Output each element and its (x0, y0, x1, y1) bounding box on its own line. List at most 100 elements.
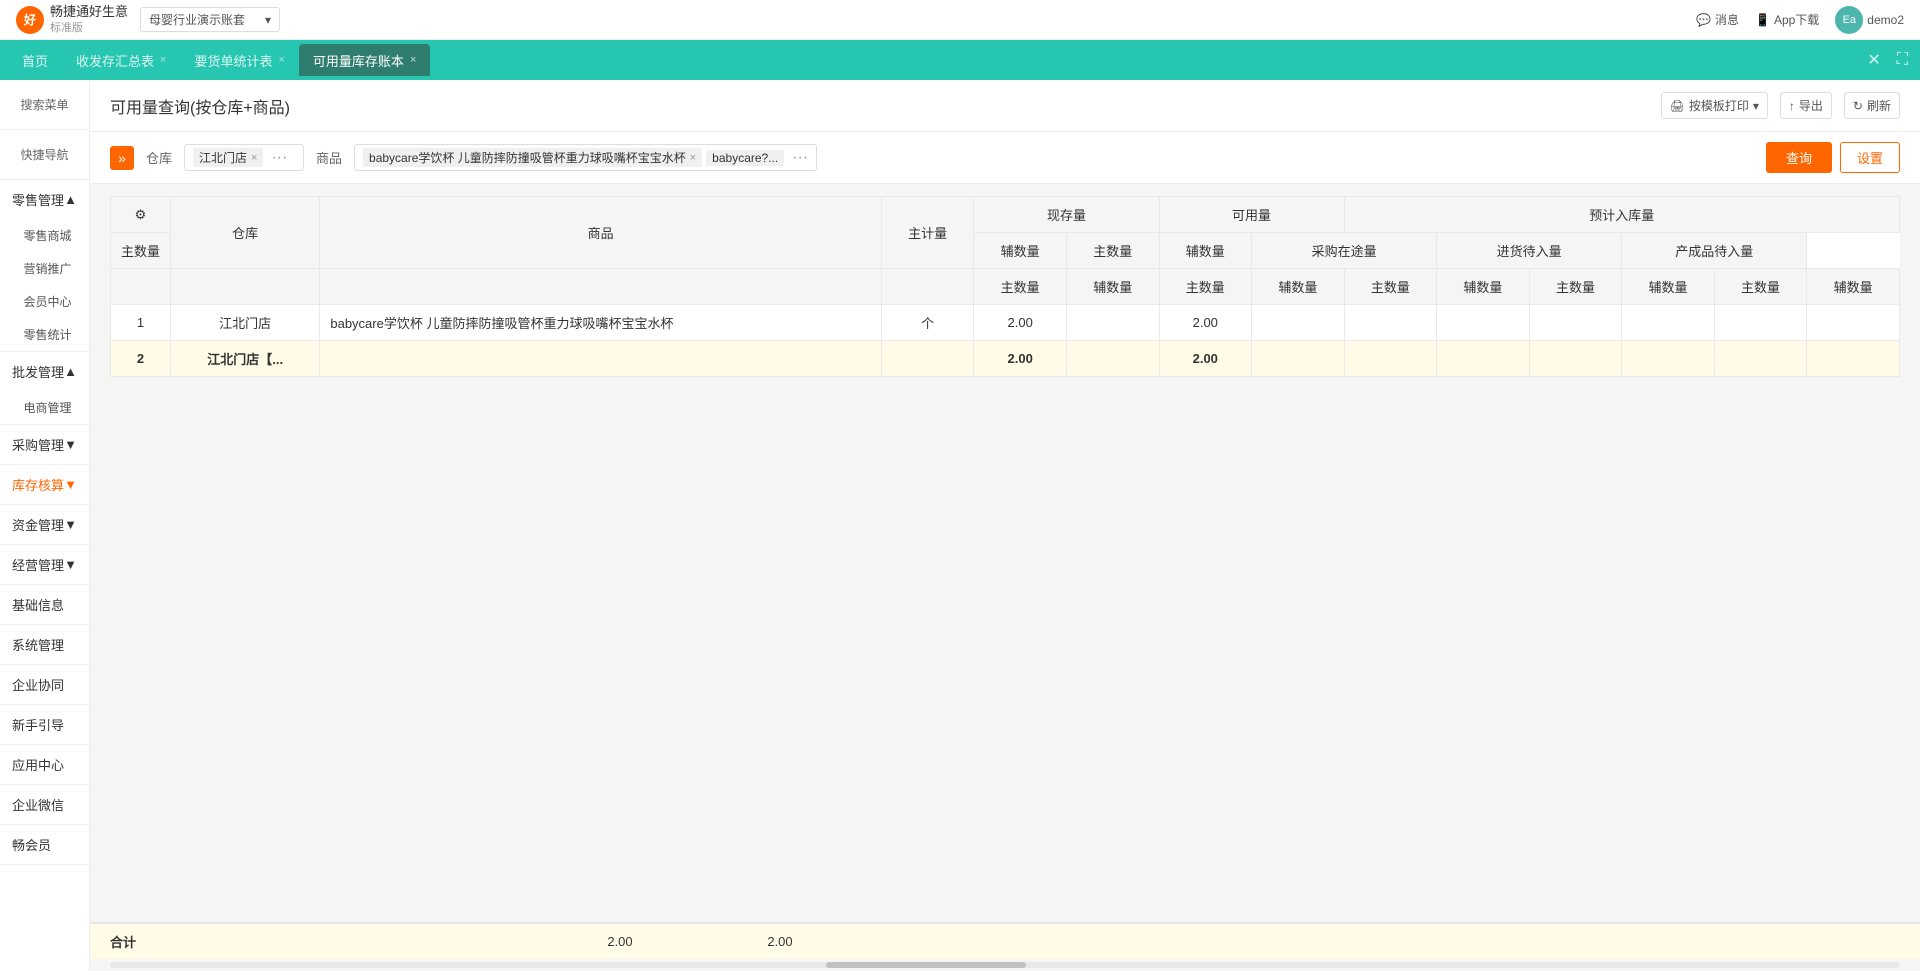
cell-available-main: 2.00 (1159, 341, 1252, 377)
sidebar-section-basic: 基础信息 (0, 585, 89, 625)
th-aa2: 辅数量 (1252, 269, 1345, 305)
sidebar-item-retail-stat[interactable]: 零售统计 (0, 318, 89, 351)
th-available-main: 主数量 (1066, 233, 1159, 269)
th-sa2: 辅数量 (1066, 269, 1159, 305)
cell-unit (881, 341, 974, 377)
filter-toggle-btn[interactable]: » (110, 146, 134, 170)
chevron-down-icon: ▼ (64, 477, 77, 492)
th-ia: 辅数量 (1622, 269, 1715, 305)
tab-receive-send[interactable]: 收发存汇总表 × (62, 44, 180, 76)
sidebar-section-header-appstore[interactable]: 应用中心 (0, 745, 89, 784)
warehouse-label: 仓库 (146, 148, 172, 167)
download-icon: 📱 (1755, 13, 1770, 27)
th-stock-aux: 辅数量 (974, 233, 1067, 269)
sidebar-section-wechat: 企业微信 (0, 785, 89, 825)
table-footer: 合计 2.00 2.00 (90, 922, 1920, 959)
main-layout: 搜索菜单 快捷导航 零售管理 ▲ 零售商城 营销推广 会员中心 零售统计 批发管… (0, 80, 1920, 971)
user-profile[interactable]: Ea demo2 (1835, 6, 1904, 34)
warehouse-tag-close[interactable]: × (251, 152, 257, 164)
scroll-track[interactable] (110, 962, 1900, 968)
industry-label: 母婴行业演示账套 (149, 11, 245, 28)
sidebar-section-header-collab[interactable]: 企业协同 (0, 665, 89, 704)
th-purchase-group: 采购在途量 (1252, 233, 1437, 269)
top-bar: 好 畅捷通好生意 标准版 母婴行业演示账套 ▾ 💬 消息 📱 App下载 Ea … (0, 0, 1920, 40)
th-pra: 辅数量 (1807, 269, 1900, 305)
cell-no: 1 (111, 305, 171, 341)
filter-actions: 查询 设置 (1766, 142, 1900, 173)
print-btn[interactable]: 🖨 按模板打印 ▾ (1661, 92, 1768, 119)
tab-order-stat[interactable]: 要货单统计表 × (180, 44, 298, 76)
cell-incoming-aux (1622, 305, 1715, 341)
chevron-up-icon: ▲ (64, 364, 77, 379)
warehouse-more[interactable]: ··· (271, 149, 287, 167)
industry-selector[interactable]: 母婴行业演示账套 ▾ (140, 7, 280, 32)
sidebar-item-member[interactable]: 会员中心 (0, 285, 89, 318)
sidebar-item-marketing[interactable]: 营销推广 (0, 252, 89, 285)
th-incoming-group: 进货待入量 (1437, 233, 1622, 269)
cell-purchase-main (1344, 305, 1437, 341)
setting-btn[interactable]: 设置 (1840, 142, 1900, 173)
logo-text: 畅捷通好生意 (50, 4, 128, 20)
sidebar-item-retail-mall[interactable]: 零售商城 (0, 219, 89, 252)
tab-available-stock[interactable]: 可用量库存账本 × (299, 44, 430, 76)
cell-production-main (1714, 305, 1807, 341)
table-row: 1 江北门店 babycare学饮杯 儿童防摔防撞吸管杯重力球吸嘴杯宝宝水杯 个… (111, 305, 1900, 341)
cell-stock-aux (1066, 305, 1159, 341)
th-available-group: 可用量 (1159, 197, 1344, 233)
product-input[interactable]: babycare学饮杯 儿童防摔防撞吸管杯重力球吸嘴杯宝宝水杯 × babyca… (354, 144, 817, 171)
top-bar-right: 💬 消息 📱 App下载 Ea demo2 (1696, 6, 1904, 34)
sidebar-section-retail: 零售管理 ▲ 零售商城 营销推广 会员中心 零售统计 (0, 180, 89, 352)
tab-close-icon[interactable]: × (278, 54, 284, 66)
logo-text-wrap: 畅捷通好生意 标准版 (50, 4, 128, 36)
sidebar-search[interactable]: 搜索菜单 (0, 88, 89, 121)
sidebar-section-header-system[interactable]: 系统管理 (0, 625, 89, 664)
top-bar-left: 好 畅捷通好生意 标准版 母婴行业演示账套 ▾ (16, 4, 280, 36)
sidebar-section-header-stock[interactable]: 库存核算 ▼ (0, 465, 89, 504)
close-window-btn[interactable]: ✕ (1863, 50, 1884, 70)
app-download-btn[interactable]: 📱 App下载 (1755, 11, 1819, 28)
logo-icon: 好 (16, 6, 44, 34)
message-btn[interactable]: 💬 消息 (1696, 11, 1739, 28)
sidebar-section-header-retail[interactable]: 零售管理 ▲ (0, 180, 89, 219)
sidebar-section-header-guide[interactable]: 新手引导 (0, 705, 89, 744)
sidebar-section-header-purchase[interactable]: 采购管理 ▼ (0, 425, 89, 464)
table-row: 2 江北门店【... 2.00 2.00 (111, 341, 1900, 377)
maximize-btn[interactable]: ⛶ (1893, 51, 1912, 69)
cell-stock-aux (1066, 341, 1159, 377)
query-btn[interactable]: 查询 (1766, 142, 1832, 173)
sidebar: 搜索菜单 快捷导航 零售管理 ▲ 零售商城 营销推广 会员中心 零售统计 批发管… (0, 80, 90, 971)
th-prm: 主数量 (1714, 269, 1807, 305)
sidebar-nav: 快捷导航 (0, 130, 89, 180)
tab-close-icon[interactable]: × (410, 54, 416, 66)
product-tag-close[interactable]: × (690, 152, 696, 164)
cell-purchase-main (1344, 341, 1437, 377)
sidebar-section-header-basic[interactable]: 基础信息 (0, 585, 89, 624)
refresh-btn[interactable]: ↻ 刷新 (1844, 92, 1900, 119)
cell-warehouse: 江北门店【... (171, 341, 320, 377)
scroll-thumb[interactable] (826, 962, 1026, 968)
th-production-group: 产成品待入量 (1622, 233, 1807, 269)
content-area: 可用量查询(按仓库+商品) 🖨 按模板打印 ▾ ↑ 导出 ↻ 刷新 » (90, 80, 1920, 971)
product-more[interactable]: ··· (792, 149, 808, 167)
warehouse-input[interactable]: 江北门店 × ··· (184, 144, 304, 171)
cell-available-aux (1252, 341, 1345, 377)
sidebar-section-header-wechat[interactable]: 企业微信 (0, 785, 89, 824)
sidebar-section-header-operation[interactable]: 经营管理 ▼ (0, 545, 89, 584)
tab-bar-right: ✕ ⛶ (1863, 50, 1912, 70)
sidebar-section-header-wholesale[interactable]: 批发管理 ▲ (0, 352, 89, 391)
sidebar-item-ecommerce[interactable]: 电商管理 (0, 391, 89, 424)
sidebar-item-quick-nav[interactable]: 快捷导航 (0, 138, 89, 171)
th-unit2 (881, 269, 974, 305)
sidebar-section-header-member2[interactable]: 畅会员 (0, 825, 89, 864)
export-btn[interactable]: ↑ 导出 (1780, 92, 1832, 119)
product-label: 商品 (316, 148, 342, 167)
tab-home[interactable]: 首页 (8, 44, 62, 76)
cell-available-main: 2.00 (1159, 305, 1252, 341)
th-gear[interactable]: ⚙ (111, 197, 171, 233)
th-pm: 主数量 (1344, 269, 1437, 305)
tab-close-icon[interactable]: × (160, 54, 166, 66)
sidebar-section-header-finance[interactable]: 资金管理 ▼ (0, 505, 89, 544)
footer-available-main: 2.00 (740, 934, 820, 949)
product-tag: babycare学饮杯 儿童防摔防撞吸管杯重力球吸嘴杯宝宝水杯 × (363, 148, 702, 167)
sidebar-section-operation: 经营管理 ▼ (0, 545, 89, 585)
